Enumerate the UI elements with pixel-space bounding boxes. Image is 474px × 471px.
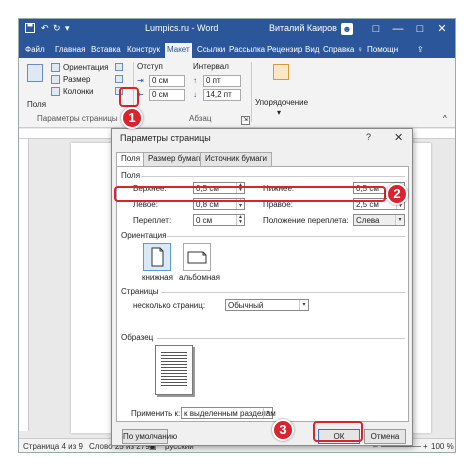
tab-insert[interactable]: Вставка [89, 43, 123, 58]
spacing-after-icon: ↓ [193, 90, 197, 99]
zoom-level[interactable]: 100 % [431, 442, 454, 451]
apply-to-select[interactable]: к выделенным разделам ▾ [181, 407, 276, 419]
paragraph-group-label: Абзац [189, 114, 212, 123]
ribbon-tabs: Файл Главная Вставка Конструк Макет Ссыл… [19, 41, 455, 58]
highlight-ok-button [313, 421, 363, 442]
highlight-left-right-margins [114, 186, 386, 202]
preview-section-label: Образец [121, 333, 154, 342]
undo-icon[interactable]: ↶ [41, 23, 49, 34]
step-marker-2: 2 [386, 183, 408, 205]
user-name[interactable]: Виталий Каиров [269, 23, 337, 33]
multiple-pages-label: несколько страниц: [133, 301, 206, 310]
dialog-title: Параметры страницы [120, 133, 211, 143]
lightbulb-icon[interactable]: ♀ [355, 43, 365, 58]
portrait-option[interactable] [143, 243, 171, 271]
margins-button[interactable]: Поля [27, 100, 46, 109]
redo-icon[interactable]: ↻ [53, 23, 61, 34]
spacing-after-input[interactable]: 14,2 пт [203, 89, 241, 101]
tab-review[interactable]: Рецензир [265, 43, 304, 58]
breaks-icon[interactable] [115, 63, 123, 71]
maximize-button[interactable]: □ [413, 22, 427, 36]
ribbon-display-button[interactable]: □ [369, 22, 383, 36]
vertical-ruler[interactable] [19, 139, 29, 431]
dialog-body: Поля Верхнее: 0,5 см▲▼ Нижнее: 0,5 см▲▼ … [116, 166, 409, 422]
indent-right-input[interactable]: 0 см [149, 89, 185, 101]
tab-layout[interactable]: Макет [165, 43, 192, 58]
tab-paper-source[interactable]: Источник бумаги [200, 152, 273, 166]
gutter-position-label: Положение переплета: [263, 216, 349, 225]
columns-icon [51, 87, 60, 96]
paragraph-launcher[interactable]: ⇲ [241, 116, 250, 125]
spacing-before-icon: ↑ [193, 76, 197, 85]
landscape-icon [187, 251, 207, 264]
tab-mailings[interactable]: Рассылка [227, 43, 267, 58]
collapse-ribbon-icon[interactable]: ^ [443, 114, 447, 123]
spacing-label: Интервал [193, 62, 229, 71]
orientation-section-label: Ориентация [121, 231, 167, 240]
size-button[interactable]: Размер [63, 75, 91, 84]
orientation-icon [51, 63, 60, 72]
default-button[interactable]: По умолчанию [122, 429, 177, 444]
title-bar: ↶ ↻ ▾ Lumpics.ru - Word Виталий Каиров ☻… [19, 19, 455, 41]
gutter-label: Переплет: [133, 216, 172, 225]
landscape-label: альбомная [179, 273, 221, 282]
ribbon: Поля Ориентация Размер Колонки Параметры… [19, 58, 455, 128]
indent-left-input[interactable]: 0 см [149, 75, 185, 87]
help-button[interactable]: ? [366, 132, 371, 142]
tab-view[interactable]: Вид [303, 43, 321, 58]
tab-file[interactable]: Файл [23, 43, 47, 58]
multiple-pages-select[interactable]: Обычный ▾ [225, 299, 309, 311]
arrange-button[interactable]: Упорядочение [255, 98, 308, 107]
highlight-page-setup-launcher [119, 87, 139, 107]
page-setup-dialog: Параметры страницы ? ✕ Поля Размер бумаг… [111, 128, 413, 446]
orientation-button[interactable]: Ориентация [63, 63, 108, 72]
zoom-slider[interactable] [381, 446, 421, 447]
columns-button[interactable]: Колонки [63, 87, 94, 96]
gutter-input[interactable]: 0 см ▲ ▼ [193, 214, 245, 226]
arrange-chevron-icon[interactable]: ▾ [277, 108, 281, 117]
avatar[interactable]: ☻ [341, 23, 353, 35]
tab-tell-me[interactable]: Помощн [365, 43, 400, 58]
tab-references[interactable]: Ссылки [195, 43, 227, 58]
tab-paper-size[interactable]: Размер бумаги [143, 152, 209, 166]
close-button[interactable]: ✕ [435, 22, 449, 36]
tab-help[interactable]: Справка [321, 43, 356, 58]
share-icon[interactable]: ⇪ [415, 43, 429, 58]
portrait-icon [151, 247, 164, 267]
line-numbers-icon[interactable] [115, 75, 123, 83]
tab-home[interactable]: Главная [53, 43, 87, 58]
preview-page [155, 345, 193, 395]
size-icon [51, 75, 60, 84]
arrange-icon[interactable] [273, 64, 289, 80]
step-marker-1: 1 [121, 107, 143, 129]
page-setup-group-label: Параметры страницы [37, 114, 118, 123]
dialog-close-button[interactable]: ✕ [394, 131, 403, 144]
pages-section-label: Страницы [121, 287, 159, 296]
tab-margins[interactable]: Поля [116, 152, 146, 167]
spacing-before-input[interactable]: 0 пт [203, 75, 241, 87]
landscape-option[interactable] [183, 243, 211, 271]
indent-label: Отступ [137, 62, 163, 71]
margins-icon[interactable] [27, 64, 43, 82]
save-icon[interactable] [25, 23, 35, 35]
page-count[interactable]: Страница 4 из 9 [23, 442, 83, 451]
minimize-button[interactable]: — [391, 22, 405, 36]
document-title: Lumpics.ru - Word [145, 23, 219, 33]
word-window: ↶ ↻ ▾ Lumpics.ru - Word Виталий Каиров ☻… [18, 18, 456, 453]
indent-left-icon: ⇥ [137, 76, 144, 85]
zoom-in-icon[interactable]: + [423, 442, 428, 451]
gutter-position-select[interactable]: Слева ▾ [353, 214, 405, 226]
margins-section-label: Поля [121, 171, 141, 180]
step-marker-3: 3 [272, 419, 294, 441]
apply-to-label: Применить к: [131, 409, 181, 418]
portrait-label: книжная [142, 273, 173, 282]
cancel-button[interactable]: Отмена [364, 429, 406, 444]
tab-design[interactable]: Конструк [125, 43, 162, 58]
customize-qat-icon[interactable]: ▾ [65, 23, 70, 34]
